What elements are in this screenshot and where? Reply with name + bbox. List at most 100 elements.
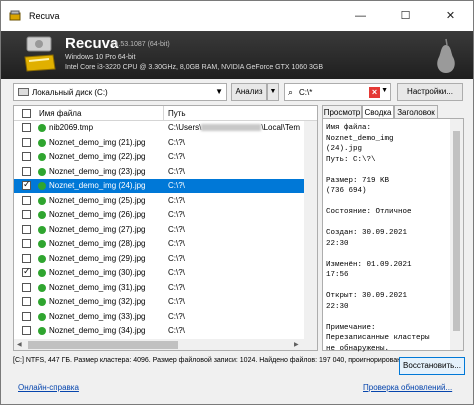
tab-summary[interactable]: Сводка	[362, 105, 394, 119]
recuva-window: Recuva — ☐ ✕ Recuva v1.53.1087 (64-bit) …	[0, 0, 474, 405]
file-list: Имя файла Путь nib2069.tmp C:\Users\ \Loca…	[13, 105, 318, 351]
scrollbar-thumb[interactable]	[28, 341, 178, 349]
file-name: Noznet_demo_img (30).jpg	[49, 268, 146, 277]
file-path: C:\?\	[168, 195, 185, 205]
chevron-down-icon: ▼	[215, 87, 223, 96]
state-good-icon	[38, 182, 46, 190]
file-row[interactable]: Noznet_demo_img (34).jpg C:\?\	[14, 324, 317, 338]
file-row[interactable]: Noznet_demo_img (25).jpg C:\?\	[14, 194, 317, 208]
state-good-icon	[38, 240, 46, 248]
file-checkbox[interactable]	[22, 195, 31, 205]
horizontal-scrollbar[interactable]: ◀ ▶	[14, 339, 317, 350]
filename-search-field[interactable]: ⌕ C:\* × ▼	[284, 83, 391, 101]
analyze-dropdown-button[interactable]: ▼	[267, 83, 279, 101]
file-name: Noznet_demo_img (24).jpg	[49, 181, 146, 190]
file-checkbox[interactable]	[22, 137, 31, 147]
state-good-icon	[38, 138, 46, 147]
file-path: C:\?\	[168, 326, 185, 335]
file-row[interactable]: Noznet_demo_img (32).jpg C:\?\	[14, 295, 317, 309]
window-title: Recuva	[29, 11, 60, 21]
column-divider[interactable]	[163, 106, 164, 121]
file-checkbox[interactable]	[22, 123, 31, 132]
file-row[interactable]: Noznet_demo_img (24).jpg C:\?\	[14, 179, 317, 193]
scroll-left-icon[interactable]: ◀	[17, 341, 22, 348]
state-good-icon	[38, 269, 46, 277]
column-header-filename[interactable]: Имя файла	[39, 109, 81, 118]
search-value: C:\*	[299, 88, 313, 97]
search-icon: ⌕	[288, 87, 294, 97]
file-path: C:\?\	[168, 253, 185, 263]
piriform-pear-icon	[437, 38, 455, 73]
settings-button[interactable]: Настройки...	[397, 83, 463, 101]
file-row[interactable]: Noznet_demo_img (30).jpg C:\?\	[14, 266, 317, 280]
analyze-button[interactable]: Анализ	[231, 83, 267, 101]
state-good-icon	[38, 196, 46, 205]
column-header-path[interactable]: Путь	[168, 109, 186, 118]
tab-header[interactable]: Заголовок	[394, 105, 438, 119]
file-name: Noznet_demo_img (27).jpg	[49, 224, 146, 234]
file-checkbox[interactable]	[22, 297, 31, 306]
maximize-button[interactable]: ☐	[383, 1, 428, 31]
clear-search-icon[interactable]: ×	[369, 87, 380, 98]
file-row[interactable]: Noznet_demo_img (21).jpg C:\?\	[14, 136, 317, 150]
file-path-prefix: C:\Users\	[168, 123, 202, 132]
scroll-right-icon[interactable]: ▶	[294, 341, 299, 348]
file-path: C:\?\	[168, 239, 185, 248]
state-good-icon	[38, 124, 46, 132]
file-checkbox[interactable]	[22, 282, 31, 292]
file-row[interactable]: Noznet_demo_img (23).jpg C:\?\	[14, 165, 317, 179]
os-info: Windows 10 Pro 64-bit	[65, 54, 136, 61]
state-good-icon	[38, 167, 46, 176]
file-row[interactable]: Noznet_demo_img (33).jpg C:\?\	[14, 310, 317, 324]
online-help-link[interactable]: Онлайн-справка	[18, 383, 79, 392]
minimize-button[interactable]: —	[338, 1, 383, 31]
file-checkbox[interactable]	[22, 326, 31, 335]
summary-scrollbar[interactable]	[450, 119, 463, 350]
state-good-icon	[38, 283, 46, 292]
file-checkbox[interactable]	[22, 210, 31, 219]
file-path: C:\?\	[168, 181, 185, 190]
file-row[interactable]: Noznet_demo_img (31).jpg C:\?\	[14, 281, 317, 295]
scrollbar-thumb[interactable]	[453, 131, 460, 331]
drive-select[interactable]: Локальный диск (C:) ▼	[13, 83, 227, 101]
vertical-scrollbar[interactable]	[304, 121, 317, 339]
details-tabs: Просмотр Сводка Заголовок	[322, 105, 464, 119]
file-row[interactable]: Noznet_demo_img (28).jpg C:\?\	[14, 237, 317, 251]
file-checkbox[interactable]	[22, 152, 31, 161]
summary-panel: Имя файла: Noznet_demo_img (24).jpg Путь…	[322, 118, 464, 353]
file-checkbox[interactable]	[22, 166, 31, 176]
file-row[interactable]: Noznet_demo_img (27).jpg C:\?\	[14, 223, 317, 237]
file-row[interactable]: Noznet_demo_img (22).jpg C:\?\	[14, 150, 317, 164]
file-path: C:\?\	[168, 311, 185, 321]
footer: Онлайн-справка Проверка обновлений...	[1, 379, 473, 404]
file-summary-text: Имя файла: Noznet_demo_img (24).jpg Путь…	[326, 124, 430, 353]
select-all-checkbox[interactable]	[22, 109, 31, 118]
file-row[interactable]: Noznet_demo_img (29).jpg C:\?\	[14, 252, 317, 266]
recover-button[interactable]: Восстановить...	[399, 357, 465, 375]
check-updates-link[interactable]: Проверка обновлений...	[363, 383, 452, 392]
file-row[interactable]: Noznet_demo_img (26).jpg C:\?\	[14, 208, 317, 222]
file-name: Noznet_demo_img (33).jpg	[49, 311, 146, 321]
file-checkbox[interactable]	[22, 253, 31, 263]
close-button[interactable]: ✕	[428, 1, 473, 31]
file-checkbox[interactable]	[22, 266, 31, 277]
recuva-app-icon	[9, 10, 21, 21]
file-checkbox[interactable]	[22, 311, 31, 321]
file-checkbox[interactable]	[22, 239, 31, 248]
file-name: Noznet_demo_img (26).jpg	[49, 210, 146, 219]
file-checkbox[interactable]	[22, 179, 31, 190]
file-checkbox[interactable]	[22, 224, 31, 234]
file-name: Noznet_demo_img (25).jpg	[49, 195, 146, 205]
file-path-suffix: \Local\Tem	[261, 123, 301, 132]
file-name: Noznet_demo_img (21).jpg	[49, 137, 146, 147]
drive-label: Локальный диск (C:)	[32, 88, 108, 97]
state-good-icon	[38, 327, 46, 335]
file-row[interactable]: nib2069.tmp C:\Users\ \Local\Tem	[14, 121, 317, 135]
tab-preview[interactable]: Просмотр	[322, 105, 362, 119]
redacted-username	[201, 124, 262, 132]
header-banner: Recuva v1.53.1087 (64-bit) Windows 10 Pr…	[1, 31, 473, 79]
file-path: C:\?\	[168, 297, 185, 306]
toolbar: Локальный диск (C:) ▼ Анализ ▼ ⌕ C:\* × …	[1, 79, 473, 105]
chevron-down-icon[interactable]: ▼	[381, 87, 388, 94]
status-bar-text: [C:] NTFS, 447 ГБ. Размер кластера: 4096…	[13, 357, 429, 364]
